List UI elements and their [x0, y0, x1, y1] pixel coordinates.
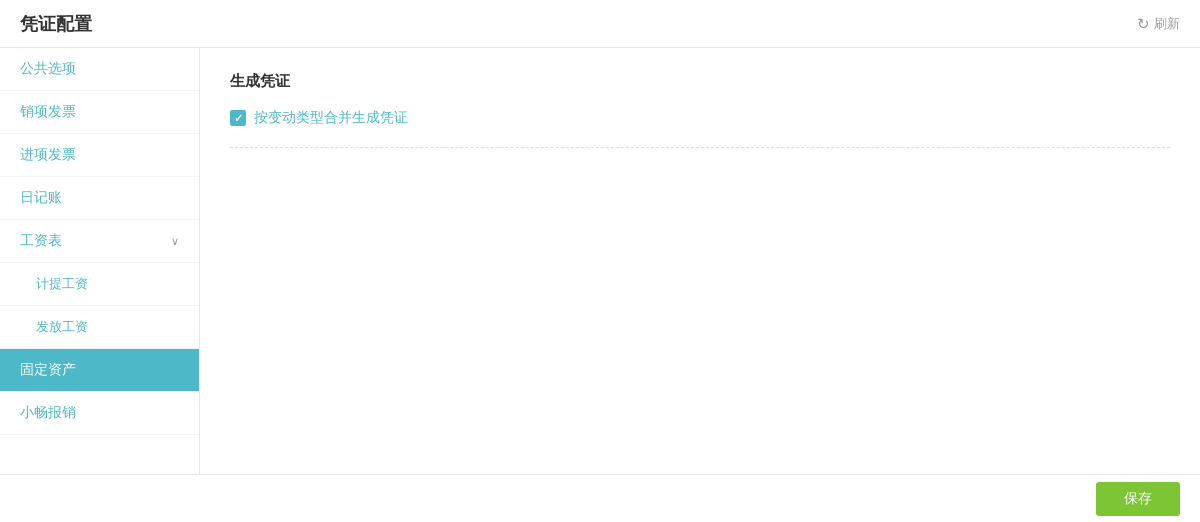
sidebar-item-label: 工资表	[20, 232, 62, 250]
sidebar-item-payroll-calc[interactable]: 计提工资	[0, 263, 199, 306]
page-title: 凭证配置	[20, 12, 92, 36]
merge-checkbox-label[interactable]: 按变动类型合并生成凭证	[254, 109, 408, 127]
footer: 保存	[0, 474, 1200, 522]
sidebar-item-label: 日记账	[20, 189, 62, 207]
sidebar-item-sales-invoice[interactable]: 销项发票	[0, 91, 199, 134]
merge-checkbox[interactable]	[230, 110, 246, 126]
sidebar-item-purchase-invoice[interactable]: 进项发票	[0, 134, 199, 177]
content-area: 生成凭证 按变动类型合并生成凭证	[200, 48, 1200, 474]
sidebar-item-payroll-issue[interactable]: 发放工资	[0, 306, 199, 349]
refresh-label: 刷新	[1154, 15, 1180, 33]
chevron-down-icon: ∨	[171, 235, 179, 248]
sidebar-item-label: 公共选项	[20, 60, 76, 78]
sidebar-item-label: 计提工资	[36, 275, 88, 293]
sidebar: 公共选项销项发票进项发票日记账工资表 ∨ 计提工资发放工资固定资产小畅报销	[0, 48, 200, 474]
main-layout: 公共选项销项发票进项发票日记账工资表 ∨ 计提工资发放工资固定资产小畅报销 生成凭证…	[0, 48, 1200, 474]
sidebar-item-label: 进项发票	[20, 146, 76, 164]
sidebar-item-journal[interactable]: 日记账	[0, 177, 199, 220]
sidebar-item-label: 固定资产	[20, 361, 76, 379]
refresh-button[interactable]: ↻ 刷新	[1137, 15, 1180, 33]
sidebar-item-payroll-table[interactable]: 工资表 ∨	[0, 220, 199, 263]
save-button[interactable]: 保存	[1096, 482, 1180, 516]
header: 凭证配置 ↻ 刷新	[0, 0, 1200, 48]
sidebar-item-expense-report[interactable]: 小畅报销	[0, 392, 199, 435]
sidebar-item-fixed-assets[interactable]: 固定资产	[0, 349, 199, 392]
sidebar-item-label: 发放工资	[36, 318, 88, 336]
divider	[230, 147, 1170, 148]
refresh-icon: ↻	[1137, 15, 1150, 33]
checkbox-row[interactable]: 按变动类型合并生成凭证	[230, 109, 1170, 127]
section-title: 生成凭证	[230, 72, 1170, 91]
sidebar-item-public-options[interactable]: 公共选项	[0, 48, 199, 91]
sidebar-item-label: 小畅报销	[20, 404, 76, 422]
sidebar-item-label: 销项发票	[20, 103, 76, 121]
